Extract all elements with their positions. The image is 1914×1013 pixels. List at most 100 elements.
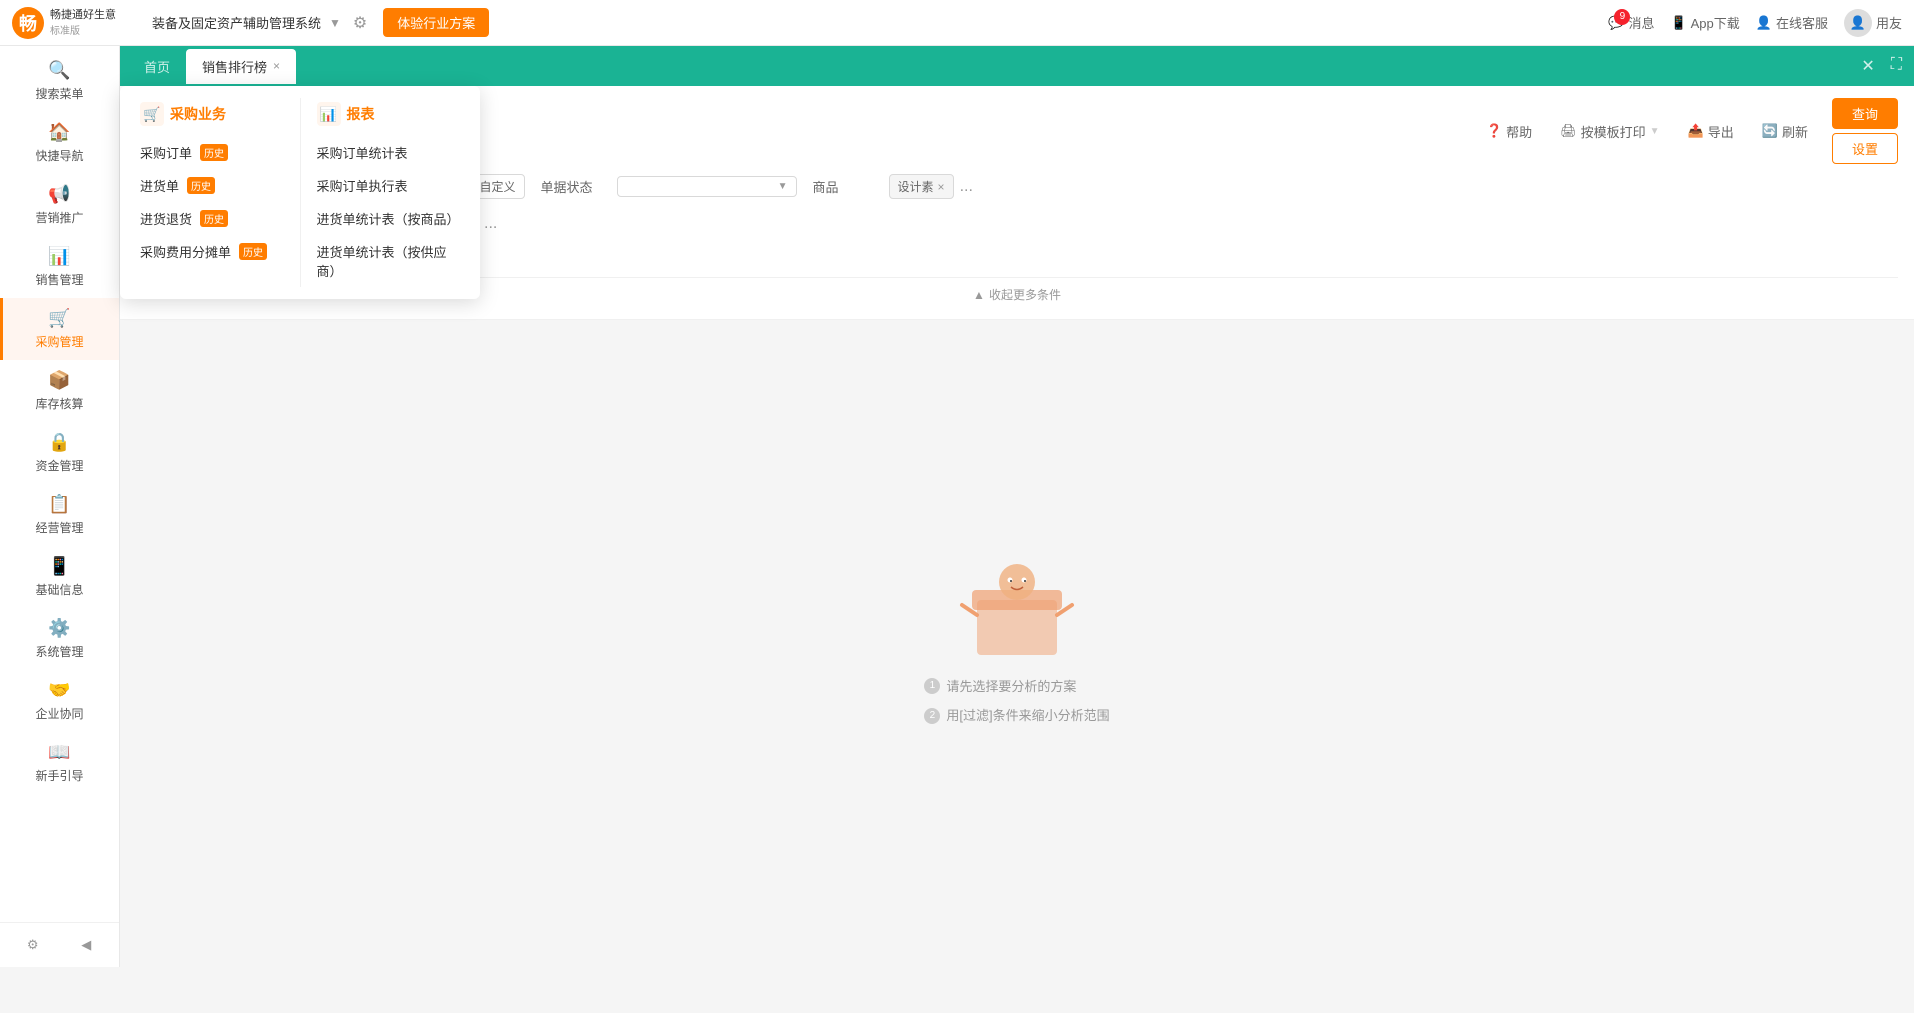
menu-item-receipt[interactable]: 进货单 历史	[132, 169, 292, 202]
help-btn[interactable]: ❓ 帮助	[1478, 118, 1540, 145]
purchase-mgmt-icon: 🛒	[48, 308, 70, 329]
print-icon: 🖨	[1560, 123, 1577, 139]
sidebar-settings-icon: ⚙	[27, 937, 39, 953]
sidebar-item-purchase-mgmt[interactable]: 🛒 采购管理	[0, 298, 119, 360]
tab-home[interactable]: 首页	[128, 49, 186, 84]
export-icon: 📤	[1688, 123, 1704, 139]
tab-sales-ranking[interactable]: 销售排行榜 ×	[186, 49, 296, 84]
user-label: 用友	[1876, 13, 1902, 32]
mobile-icon: 📱	[1670, 15, 1686, 31]
expense-split-badge: 历史	[239, 243, 267, 260]
new-guide-icon: 📖	[48, 742, 70, 763]
tab-bar: 首页 销售排行榜 × ✕ ⛶	[120, 46, 1914, 86]
tab-bar-right: ✕ ⛶	[1857, 52, 1906, 80]
logo-area: 畅 畅捷通好生意 标准版	[12, 7, 132, 39]
menu-item-expense-split[interactable]: 采购费用分摊单 历史	[132, 235, 292, 268]
message-icon-wrap: 💬 9	[1608, 15, 1624, 31]
app-download-action[interactable]: 📱 App下载	[1670, 13, 1739, 32]
settings-btn[interactable]: 设置	[1832, 133, 1898, 164]
print-btn[interactable]: 🖨 按模板打印 ▼	[1552, 118, 1667, 145]
goods-tag: 设计素 ×	[889, 174, 954, 199]
enterprise-collab-label: 企业协同	[35, 705, 83, 722]
menu-item-receipt-stats-goods[interactable]: 进货单统计表（按商品）	[309, 202, 469, 235]
step-2-text: 用[过滤]条件来缩小分析范围	[946, 704, 1109, 727]
receipt-stats-goods-label: 进货单统计表（按商品）	[317, 209, 460, 228]
sidebar-item-new-guide[interactable]: 📖 新手引导	[0, 732, 119, 794]
sidebar-item-inventory[interactable]: 📦 库存核算	[0, 360, 119, 422]
capital-mgmt-label: 资金管理	[35, 457, 83, 474]
empty-svg	[957, 560, 1077, 660]
operation-mgmt-label: 经营管理	[35, 519, 83, 536]
print-arrow: ▼	[1650, 126, 1660, 137]
header-settings-icon[interactable]: ⚙	[353, 13, 367, 33]
brand-name: 畅捷通好生意	[50, 8, 116, 22]
goods-more-btn[interactable]: ...	[960, 178, 973, 196]
sidebar-item-operation-mgmt[interactable]: 📋 经营管理	[0, 484, 119, 546]
salesperson-more-btn[interactable]: ...	[484, 215, 497, 233]
help-icon: ❓	[1486, 123, 1502, 139]
sidebar-item-system-mgmt[interactable]: ⚙️ 系统管理	[0, 608, 119, 670]
tab-bar-fullscreen-icon[interactable]: ⛶	[1887, 52, 1906, 80]
avatar-icon: 👤	[1850, 15, 1866, 31]
doc-status-arrow: ▼	[778, 181, 788, 192]
collapse-arrow-icon: ▲	[973, 288, 985, 302]
message-action[interactable]: 💬 9 消息	[1608, 13, 1654, 32]
return-badge: 历史	[200, 210, 228, 227]
user-action[interactable]: 👤 用友	[1844, 9, 1902, 37]
toolbar-actions: ❓ 帮助 🖨 按模板打印 ▼ 📤 导出 🔄 刷新	[1478, 118, 1816, 145]
marketing-label: 营销推广	[35, 209, 83, 226]
sidebar-collapse-btn[interactable]: ◀	[62, 931, 112, 959]
step-2-num: 2	[924, 708, 940, 724]
export-label: 导出	[1708, 122, 1734, 141]
system-dropdown-arrow[interactable]: ▼	[329, 16, 341, 30]
sidebar-settings-btn[interactable]: ⚙	[8, 931, 58, 959]
header-middle: 装备及固定资产辅助管理系统 ▼ ⚙ 体验行业方案	[132, 8, 1608, 37]
purchase-section-title: 🛒 采购业务	[132, 98, 292, 136]
tab-bar-close-icon[interactable]: ✕	[1857, 52, 1878, 80]
sales-mgmt-icon: 📊	[48, 246, 70, 267]
sidebar-item-marketing[interactable]: 📢 营销推广	[0, 174, 119, 236]
refresh-btn[interactable]: 🔄 刷新	[1754, 118, 1816, 145]
system-mgmt-label: 系统管理	[35, 643, 83, 660]
purchase-section: 🛒 采购业务 采购订单 历史 进货单 历史 进货退货 历史 采购费用分摊单 历史	[132, 98, 292, 287]
sidebar-bottom: ⚙ ◀	[0, 922, 119, 967]
menu-item-order-exec[interactable]: 采购订单执行表	[309, 169, 469, 202]
order-stats-label: 采购订单统计表	[317, 143, 408, 162]
sidebar-item-search-menu[interactable]: 🔍 搜索菜单	[0, 50, 119, 112]
header-right: 💬 9 消息 📱 App下载 👤 在线客服 👤 用友	[1608, 9, 1902, 37]
query-btn[interactable]: 查询	[1832, 98, 1898, 129]
sidebar: 🔍 搜索菜单 🏠 快捷导航 📢 营销推广 📊 销售管理 🛒 采购管理 📦 库存核…	[0, 46, 120, 967]
capital-mgmt-icon: 🔒	[48, 432, 70, 453]
purchase-section-icon: 🛒	[143, 106, 160, 123]
doc-status-label: 单据状态	[541, 177, 601, 196]
inventory-icon: 📦	[48, 370, 70, 391]
tab-sales-ranking-close[interactable]: ×	[273, 59, 280, 73]
menu-item-receipt-stats-supplier[interactable]: 进货单统计表（按供应商）	[309, 235, 469, 287]
goods-tag-value: 设计素	[898, 178, 934, 195]
sidebar-item-capital-mgmt[interactable]: 🔒 资金管理	[0, 422, 119, 484]
collapse-label: 收起更多条件	[989, 286, 1061, 303]
menu-item-return[interactable]: 进货退货 历史	[132, 202, 292, 235]
sidebar-item-basic-info[interactable]: 📱 基础信息	[0, 546, 119, 608]
print-label: 按模板打印	[1581, 122, 1646, 141]
goods-tag-close[interactable]: ×	[938, 180, 945, 194]
sidebar-item-quick-nav[interactable]: 🏠 快捷导航	[0, 112, 119, 174]
receipt-label: 进货单	[140, 176, 179, 195]
doc-status-select[interactable]: ▼	[617, 176, 797, 197]
new-guide-label: 新手引导	[35, 767, 83, 784]
report-section-icon-box: 📊	[317, 102, 341, 126]
industry-btn[interactable]: 体验行业方案	[383, 8, 489, 37]
tab-home-label: 首页	[144, 57, 170, 76]
sidebar-item-enterprise-collab[interactable]: 🤝 企业协同	[0, 670, 119, 732]
online-service-action[interactable]: 👤 在线客服	[1756, 13, 1828, 32]
sidebar-item-sales-mgmt[interactable]: 📊 销售管理	[0, 236, 119, 298]
export-btn[interactable]: 📤 导出	[1680, 118, 1742, 145]
report-section-icon: 📊	[320, 106, 337, 123]
edition-label: 标准版	[50, 22, 116, 37]
purchase-section-icon-box: 🛒	[140, 102, 164, 126]
menu-item-purchase-order[interactable]: 采购订单 历史	[132, 136, 292, 169]
menu-item-order-stats[interactable]: 采购订单统计表	[309, 136, 469, 169]
expense-split-label: 采购费用分摊单	[140, 242, 231, 261]
purchase-section-label: 采购业务	[170, 104, 226, 124]
operation-mgmt-icon: 📋	[48, 494, 70, 515]
